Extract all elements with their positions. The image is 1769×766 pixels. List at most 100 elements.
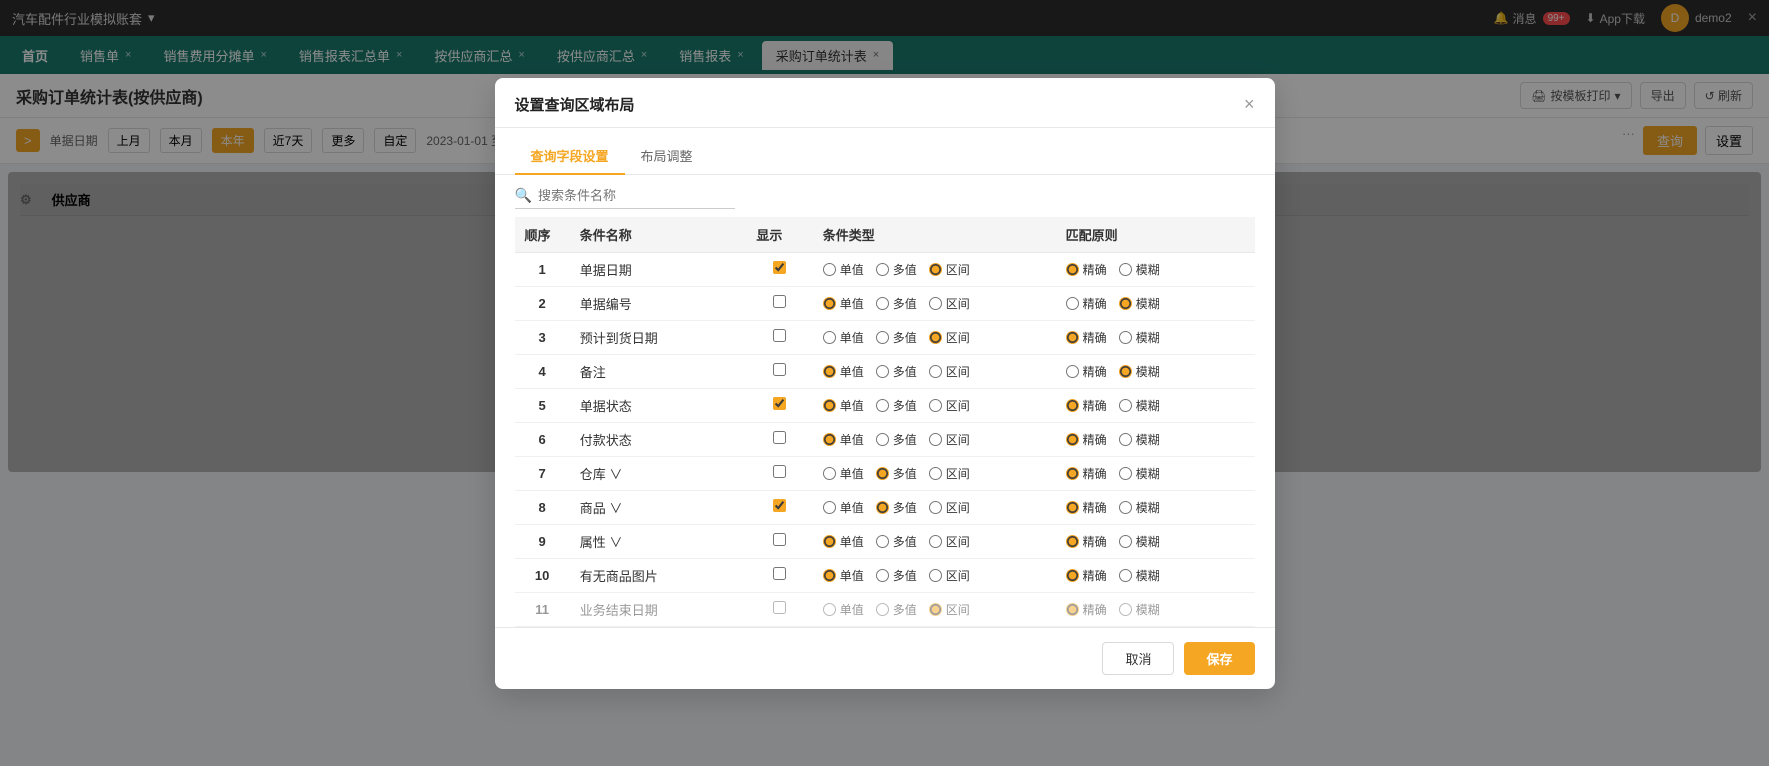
- show-checkbox-7[interactable]: [773, 465, 786, 478]
- type-radio-label-多值[interactable]: 多值: [876, 533, 917, 550]
- cell-show[interactable]: [746, 490, 812, 524]
- match-radio-模糊-5[interactable]: [1119, 399, 1132, 412]
- type-radio-区间-9[interactable]: [929, 535, 942, 548]
- type-radio-区间-1[interactable]: [929, 263, 942, 276]
- type-radio-label-区间[interactable]: 区间: [929, 363, 970, 380]
- show-checkbox-11[interactable]: [773, 601, 786, 614]
- match-radio-精确-11[interactable]: [1066, 603, 1079, 616]
- type-radio-多值-2[interactable]: [876, 297, 889, 310]
- type-radio-label-多值[interactable]: 多值: [876, 465, 917, 482]
- type-radio-多值-6[interactable]: [876, 433, 889, 446]
- type-radio-label-区间[interactable]: 区间: [929, 329, 970, 346]
- match-radio-模糊-2[interactable]: [1119, 297, 1132, 310]
- cell-show[interactable]: [746, 422, 812, 456]
- type-radio-label-多值[interactable]: 多值: [876, 261, 917, 278]
- type-radio-多值-7[interactable]: [876, 467, 889, 480]
- match-radio-label-模糊[interactable]: 模糊: [1119, 533, 1160, 550]
- match-radio-label-模糊[interactable]: 模糊: [1119, 499, 1160, 516]
- type-radio-单值-6[interactable]: [823, 433, 836, 446]
- match-radio-label-精确[interactable]: 精确: [1066, 295, 1107, 312]
- type-radio-label-单值[interactable]: 单值: [823, 329, 864, 346]
- match-radio-label-模糊[interactable]: 模糊: [1119, 295, 1160, 312]
- match-radio-模糊-9[interactable]: [1119, 535, 1132, 548]
- match-radio-精确-2[interactable]: [1066, 297, 1079, 310]
- match-radio-精确-7[interactable]: [1066, 467, 1079, 480]
- show-checkbox-5[interactable]: [773, 397, 786, 410]
- cell-show[interactable]: [746, 252, 812, 286]
- cancel-btn[interactable]: 取消: [1102, 642, 1174, 675]
- match-radio-精确-10[interactable]: [1066, 569, 1079, 582]
- match-radio-label-模糊[interactable]: 模糊: [1119, 397, 1160, 414]
- match-radio-label-模糊[interactable]: 模糊: [1119, 363, 1160, 380]
- cell-show[interactable]: [746, 354, 812, 388]
- type-radio-label-区间[interactable]: 区间: [929, 465, 970, 482]
- match-radio-模糊-7[interactable]: [1119, 467, 1132, 480]
- save-btn[interactable]: 保存: [1184, 642, 1254, 675]
- cell-show[interactable]: [746, 388, 812, 422]
- type-radio-label-区间[interactable]: 区间: [929, 499, 970, 516]
- type-radio-区间-3[interactable]: [929, 331, 942, 344]
- type-radio-label-多值[interactable]: 多值: [876, 397, 917, 414]
- match-radio-模糊-10[interactable]: [1119, 569, 1132, 582]
- type-radio-label-区间[interactable]: 区间: [929, 295, 970, 312]
- show-checkbox-2[interactable]: [773, 295, 786, 308]
- show-checkbox-8[interactable]: [773, 499, 786, 512]
- match-radio-label-模糊[interactable]: 模糊: [1119, 601, 1160, 618]
- show-checkbox-6[interactable]: [773, 431, 786, 444]
- type-radio-区间-10[interactable]: [929, 569, 942, 582]
- match-radio-精确-9[interactable]: [1066, 535, 1079, 548]
- type-radio-label-区间[interactable]: 区间: [929, 261, 970, 278]
- type-radio-区间-6[interactable]: [929, 433, 942, 446]
- match-radio-模糊-4[interactable]: [1119, 365, 1132, 378]
- type-radio-单值-2[interactable]: [823, 297, 836, 310]
- match-radio-精确-1[interactable]: [1066, 263, 1079, 276]
- match-radio-label-精确[interactable]: 精确: [1066, 397, 1107, 414]
- type-radio-单值-8[interactable]: [823, 501, 836, 514]
- type-radio-label-多值[interactable]: 多值: [876, 431, 917, 448]
- type-radio-多值-3[interactable]: [876, 331, 889, 344]
- tab-query-fields[interactable]: 查询字段设置: [515, 138, 625, 175]
- match-radio-label-模糊[interactable]: 模糊: [1119, 465, 1160, 482]
- type-radio-多值-10[interactable]: [876, 569, 889, 582]
- type-radio-区间-5[interactable]: [929, 399, 942, 412]
- type-radio-单值-5[interactable]: [823, 399, 836, 412]
- match-radio-label-精确[interactable]: 精确: [1066, 465, 1107, 482]
- type-radio-多值-5[interactable]: [876, 399, 889, 412]
- match-radio-精确-4[interactable]: [1066, 365, 1079, 378]
- cell-show[interactable]: [746, 558, 812, 592]
- match-radio-label-模糊[interactable]: 模糊: [1119, 261, 1160, 278]
- type-radio-label-区间[interactable]: 区间: [929, 397, 970, 414]
- type-radio-label-单值[interactable]: 单值: [823, 601, 864, 618]
- type-radio-多值-1[interactable]: [876, 263, 889, 276]
- type-radio-区间-4[interactable]: [929, 365, 942, 378]
- match-radio-label-精确[interactable]: 精确: [1066, 601, 1107, 618]
- type-radio-label-区间[interactable]: 区间: [929, 533, 970, 550]
- search-input[interactable]: [538, 188, 718, 203]
- type-radio-多值-11[interactable]: [876, 603, 889, 616]
- type-radio-label-区间[interactable]: 区间: [929, 431, 970, 448]
- tab-layout-adjust[interactable]: 布局调整: [625, 138, 709, 175]
- type-radio-多值-4[interactable]: [876, 365, 889, 378]
- type-radio-label-多值[interactable]: 多值: [876, 601, 917, 618]
- cell-show[interactable]: [746, 320, 812, 354]
- type-radio-label-单值[interactable]: 单值: [823, 465, 864, 482]
- match-radio-label-模糊[interactable]: 模糊: [1119, 431, 1160, 448]
- type-radio-label-单值[interactable]: 单值: [823, 431, 864, 448]
- match-radio-label-精确[interactable]: 精确: [1066, 567, 1107, 584]
- type-radio-多值-9[interactable]: [876, 535, 889, 548]
- match-radio-模糊-6[interactable]: [1119, 433, 1132, 446]
- dialog-close-btn[interactable]: ×: [1244, 95, 1255, 113]
- match-radio-模糊-3[interactable]: [1119, 331, 1132, 344]
- match-radio-精确-3[interactable]: [1066, 331, 1079, 344]
- cell-show[interactable]: [746, 456, 812, 490]
- type-radio-label-单值[interactable]: 单值: [823, 261, 864, 278]
- type-radio-单值-3[interactable]: [823, 331, 836, 344]
- type-radio-label-单值[interactable]: 单值: [823, 499, 864, 516]
- type-radio-label-区间[interactable]: 区间: [929, 567, 970, 584]
- match-radio-模糊-11[interactable]: [1119, 603, 1132, 616]
- type-radio-区间-7[interactable]: [929, 467, 942, 480]
- match-radio-label-精确[interactable]: 精确: [1066, 431, 1107, 448]
- type-radio-单值-9[interactable]: [823, 535, 836, 548]
- match-radio-模糊-8[interactable]: [1119, 501, 1132, 514]
- type-radio-label-单值[interactable]: 单值: [823, 295, 864, 312]
